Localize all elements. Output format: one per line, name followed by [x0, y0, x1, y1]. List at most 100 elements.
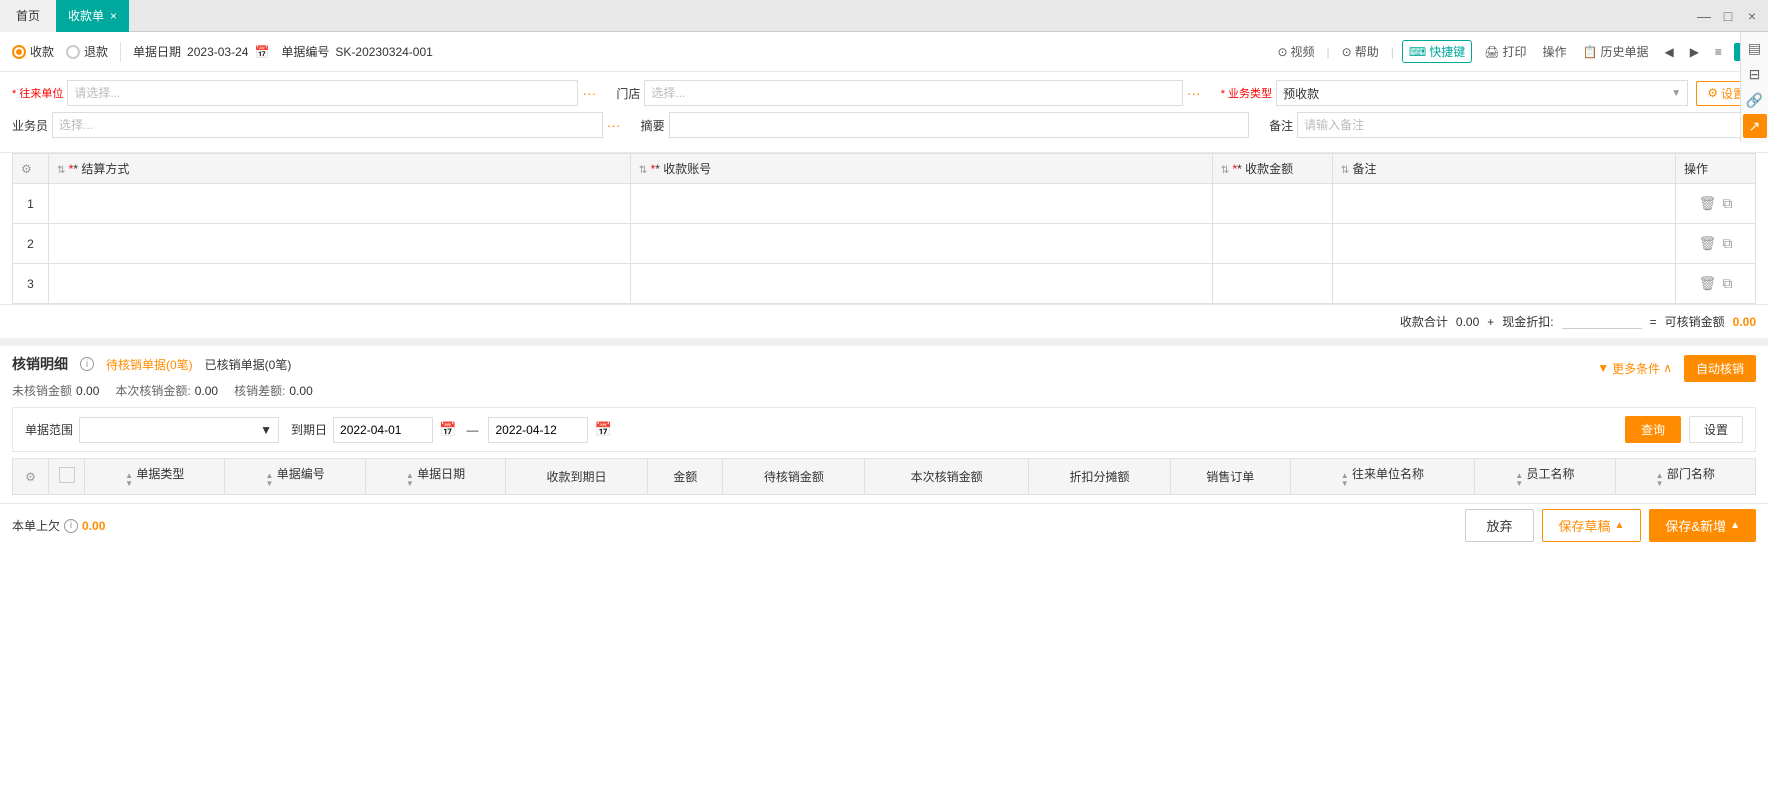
date-from-input[interactable]: [333, 417, 433, 443]
radio-refund[interactable]: 退款: [66, 43, 108, 60]
radio-receipt[interactable]: 收款: [12, 43, 54, 60]
row1-account[interactable]: [630, 184, 1212, 224]
business-type-label: * 业务类型: [1221, 85, 1272, 101]
table-gear-icon[interactable]: ⚙: [21, 162, 32, 176]
help-btn[interactable]: ⊙ 帮助: [1338, 41, 1383, 62]
due-date-field: 到期日 📅 — 📅: [291, 417, 612, 443]
verif-top-row: 核销明细 i 待核销单据(0笔) 已核销单据(0笔) ▼ 更多条件 ∧ 自动核销: [12, 354, 1756, 382]
row2-account[interactable]: [630, 224, 1212, 264]
history-btn[interactable]: 📋 历史单据: [1578, 41, 1652, 62]
list-view-btn[interactable]: ≡: [1711, 43, 1726, 61]
row2-notes[interactable]: [1332, 224, 1675, 264]
amount-hint-icon[interactable]: i: [64, 519, 78, 533]
close-btn[interactable]: ×: [1744, 8, 1760, 24]
notes-input[interactable]: [1297, 112, 1756, 138]
query-btn[interactable]: 查询: [1625, 416, 1681, 443]
bottom-table-gear-icon[interactable]: ⚙: [25, 470, 36, 484]
current-stat: 本次核销金额: 0.00: [115, 382, 218, 399]
table-row: 2 🗑 ⧉: [13, 224, 1756, 264]
operation-btn[interactable]: 操作: [1538, 41, 1570, 62]
current-label: 本次核销金额:: [115, 382, 190, 399]
section-divider: [0, 338, 1768, 346]
summary-field: 摘要: [641, 112, 1250, 138]
row1-delete-icon[interactable]: 🗑: [1699, 195, 1717, 212]
video-btn[interactable]: ⊙ 视频: [1273, 41, 1318, 62]
sidebar-list-icon[interactable]: ⊟: [1743, 62, 1767, 86]
sidebar-link-icon[interactable]: 🔗: [1743, 88, 1767, 112]
row3-notes[interactable]: [1332, 264, 1675, 304]
date-to-input[interactable]: [488, 417, 588, 443]
date-from-icon[interactable]: 📅: [439, 421, 456, 438]
tab-home[interactable]: 首页: [0, 0, 56, 32]
row2-settlement[interactable]: [49, 224, 631, 264]
done-tab[interactable]: 已核销单据(0笔): [205, 356, 292, 373]
filter-icon: ▼: [1597, 361, 1609, 375]
summary-label: 摘要: [641, 117, 665, 134]
calendar-icon[interactable]: 📅: [254, 45, 269, 59]
date-to-icon[interactable]: 📅: [594, 421, 611, 438]
col-duedate-header: 收款到期日: [506, 459, 648, 495]
summary-input[interactable]: [669, 112, 1250, 138]
next-btn[interactable]: ▶: [1686, 43, 1703, 61]
row1-amount[interactable]: [1212, 184, 1332, 224]
row2-copy-icon[interactable]: ⧉: [1722, 235, 1732, 252]
more-filter-btn[interactable]: ▼ 更多条件 ∧: [1597, 360, 1672, 377]
pending-tab[interactable]: 待核销单据(0笔): [106, 356, 193, 373]
shortcut-btn[interactable]: ⌨ 快捷键: [1402, 40, 1472, 63]
due-label: 到期日: [291, 421, 327, 438]
range-select[interactable]: ▼: [79, 417, 279, 443]
radio-refund-label: 退款: [84, 43, 108, 60]
draft-btn[interactable]: 保存草稿 ▲: [1542, 509, 1642, 542]
help-icon: ⊙: [1342, 45, 1352, 59]
row3-no: 3: [13, 264, 49, 304]
filter-chevron: ∧: [1663, 361, 1672, 375]
business-type-select[interactable]: 预收款 ▼: [1276, 80, 1688, 106]
sort-icon-3: ⇅: [1221, 165, 1229, 176]
row1-copy-icon[interactable]: ⧉: [1722, 195, 1732, 212]
row3-delete-icon[interactable]: 🗑: [1699, 275, 1717, 292]
row2-amount[interactable]: [1212, 224, 1332, 264]
agent-input[interactable]: [52, 112, 603, 138]
select-all-checkbox[interactable]: [59, 467, 75, 483]
store-input[interactable]: [644, 80, 1182, 106]
business-type-arrow: ▼: [1671, 88, 1681, 99]
tab-close-btn[interactable]: ×: [110, 10, 117, 22]
abandon-btn[interactable]: 放弃: [1465, 509, 1533, 542]
agent-more-btn[interactable]: ···: [607, 117, 621, 133]
toolbar-divider1: [120, 42, 121, 62]
store-more-btn[interactable]: ···: [1187, 85, 1201, 101]
sort-doctype: ▲▼: [125, 472, 133, 488]
receipt-table: ⚙ ⇅ ** 结算方式 ⇅ ** 收款账号 ⇅ ** 收款金额: [12, 153, 1756, 304]
receipt-refund-toggle: 收款 退款: [12, 43, 108, 60]
verif-info-icon[interactable]: i: [80, 357, 94, 371]
diff-value: 0.00: [289, 384, 312, 398]
discount-input[interactable]: [1562, 314, 1642, 329]
sidebar-table-icon[interactable]: ▤: [1743, 36, 1767, 60]
minimize-btn[interactable]: —: [1696, 8, 1712, 24]
row3-copy-icon[interactable]: ⧉: [1722, 275, 1732, 292]
col-discount-header: 折扣分摊额: [1029, 459, 1171, 495]
verification-section: 核销明细 i 待核销单据(0笔) 已核销单据(0笔) ▼ 更多条件 ∧ 自动核销…: [0, 346, 1768, 503]
prev-btn[interactable]: ◀: [1660, 43, 1677, 61]
table-wrapper: ⚙ ⇅ ** 结算方式 ⇅ ** 收款账号 ⇅ ** 收款金额: [12, 153, 1756, 304]
row3-account[interactable]: [630, 264, 1212, 304]
tab-receipt[interactable]: 收款单 ×: [56, 0, 129, 32]
row1-settlement[interactable]: [49, 184, 631, 224]
auto-verif-btn[interactable]: 自动核销: [1684, 355, 1756, 382]
maximize-btn[interactable]: □: [1720, 8, 1736, 24]
verif-title: 核销明细: [12, 354, 68, 374]
save-btn[interactable]: 保存&新增 ▲: [1649, 509, 1756, 542]
filter-settings-btn[interactable]: 设置: [1689, 416, 1743, 443]
current-value: 0.00: [195, 384, 218, 398]
row2-delete-icon[interactable]: 🗑: [1699, 235, 1717, 252]
counterpart-more-btn[interactable]: ···: [582, 85, 596, 101]
amount-value: 0.00: [82, 519, 105, 533]
row1-notes[interactable]: [1332, 184, 1675, 224]
sidebar-expand-icon[interactable]: ↗: [1743, 114, 1767, 138]
sort-docno: ▲▼: [265, 472, 273, 488]
row3-amount[interactable]: [1212, 264, 1332, 304]
row3-settlement[interactable]: [49, 264, 631, 304]
print-btn[interactable]: 🖨 打印: [1480, 41, 1530, 62]
sort-icon-1: ⇅: [57, 165, 65, 176]
counterpart-input[interactable]: [67, 80, 578, 106]
